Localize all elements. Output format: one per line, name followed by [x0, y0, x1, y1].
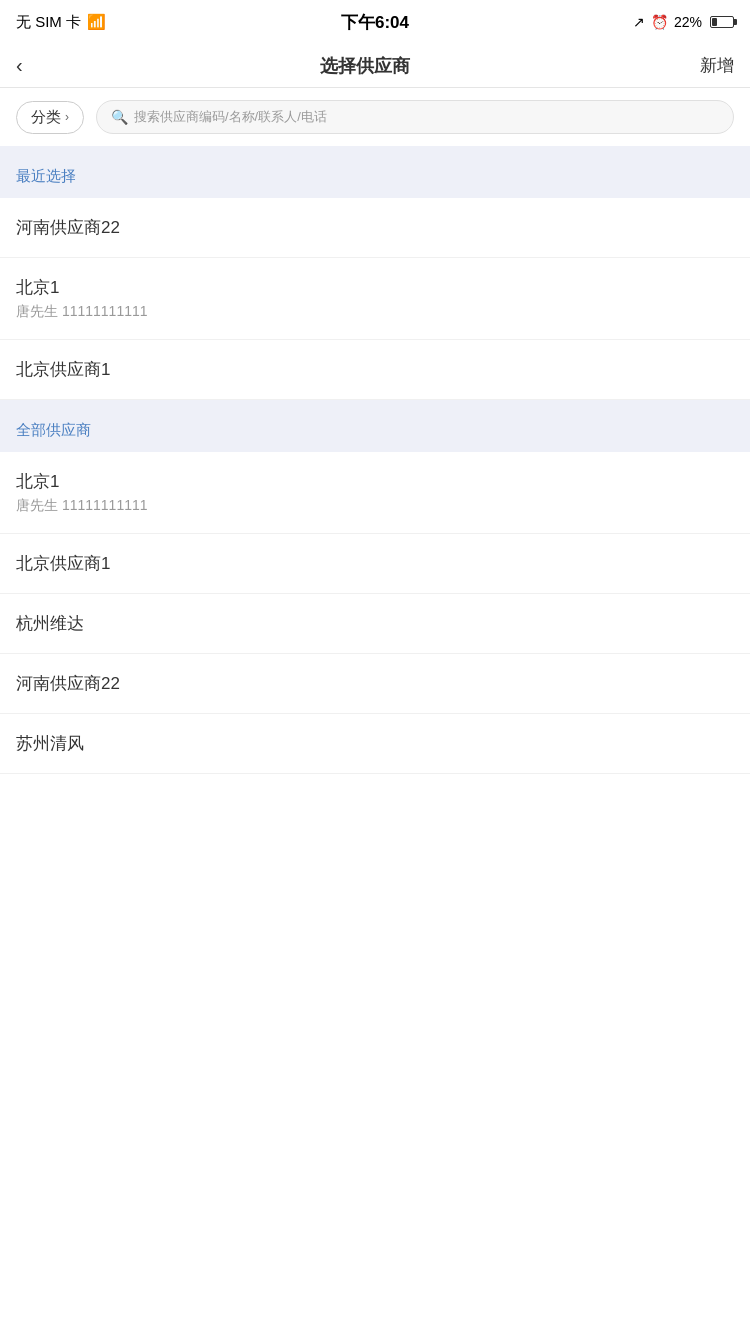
list-item-recent-0[interactable]: 河南供应商22	[0, 198, 750, 258]
item-name: 北京供应商1	[16, 358, 734, 381]
alarm-icon: ⏰	[651, 14, 668, 30]
list-item-all-2[interactable]: 杭州维达	[0, 594, 750, 654]
list-item-recent-2[interactable]: 北京供应商1	[0, 340, 750, 400]
page-title: 选择供应商	[320, 54, 410, 78]
filter-bar: 分类 › 🔍 搜索供应商编码/名称/联系人/电话	[0, 88, 750, 146]
list-item-all-3[interactable]: 河南供应商22	[0, 654, 750, 714]
search-icon: 🔍	[111, 109, 128, 125]
item-name: 北京1	[16, 470, 734, 493]
back-button[interactable]: ‹	[16, 46, 31, 85]
item-name: 河南供应商22	[16, 216, 734, 239]
status-right: ↗ ⏰ 22%	[633, 14, 734, 30]
list-item-all-1[interactable]: 北京供应商1	[0, 534, 750, 594]
battery-pct: 22%	[674, 14, 702, 30]
nav-bar: ‹ 选择供应商 新增	[0, 44, 750, 88]
item-name: 杭州维达	[16, 612, 734, 635]
section-header-recent: 最近选择	[0, 146, 750, 198]
item-name: 北京1	[16, 276, 734, 299]
supplier-list: 最近选择河南供应商22 北京1 唐先生 11111111111 北京供应商1 全部供应商…	[0, 146, 750, 774]
category-label: 分类	[31, 108, 61, 127]
status-time: 下午6:04	[341, 11, 409, 34]
list-item-all-0[interactable]: 北京1 唐先生 11111111111	[0, 452, 750, 534]
wifi-icon: 📶	[87, 13, 106, 31]
item-name: 北京供应商1	[16, 552, 734, 575]
no-sim-text: 无 SIM 卡	[16, 13, 81, 32]
battery-icon	[710, 16, 734, 28]
item-name: 苏州清风	[16, 732, 734, 755]
item-name: 河南供应商22	[16, 672, 734, 695]
item-sub: 唐先生 11111111111	[16, 497, 734, 515]
search-placeholder: 搜索供应商编码/名称/联系人/电话	[134, 108, 327, 126]
item-sub: 唐先生 11111111111	[16, 303, 734, 321]
status-left: 无 SIM 卡 📶	[16, 13, 106, 32]
list-item-recent-1[interactable]: 北京1 唐先生 11111111111	[0, 258, 750, 340]
section-header-text-all: 全部供应商	[16, 421, 91, 438]
location-icon: ↗	[633, 14, 645, 30]
category-button[interactable]: 分类 ›	[16, 101, 84, 134]
section-header-all: 全部供应商	[0, 400, 750, 452]
search-box[interactable]: 🔍 搜索供应商编码/名称/联系人/电话	[96, 100, 734, 134]
section-header-text-recent: 最近选择	[16, 167, 76, 184]
list-item-all-4[interactable]: 苏州清风	[0, 714, 750, 774]
add-button[interactable]: 新增	[700, 54, 734, 77]
status-bar: 无 SIM 卡 📶 下午6:04 ↗ ⏰ 22%	[0, 0, 750, 44]
chevron-right-icon: ›	[65, 110, 69, 124]
